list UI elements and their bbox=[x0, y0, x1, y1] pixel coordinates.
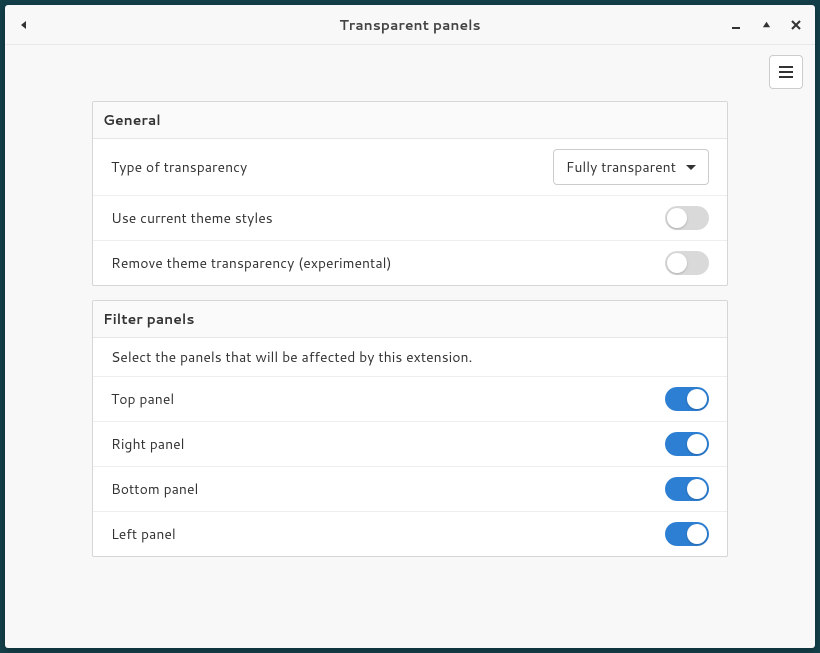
close-button[interactable] bbox=[787, 16, 805, 34]
left-panel-label: Left panel bbox=[111, 524, 176, 544]
bottom-panel-toggle[interactable] bbox=[665, 477, 709, 501]
filter-panels-info: Select the panels that will be affected … bbox=[93, 338, 727, 377]
chevron-down-icon bbox=[686, 165, 696, 170]
minimize-button[interactable] bbox=[727, 16, 745, 34]
left-panel-row: Left panel bbox=[93, 512, 727, 556]
content-area: General Type of transparency Fully trans… bbox=[5, 45, 815, 648]
general-section: General Type of transparency Fully trans… bbox=[92, 101, 728, 286]
use-theme-styles-toggle[interactable] bbox=[665, 206, 709, 230]
menu-button[interactable] bbox=[769, 55, 803, 89]
transparency-type-dropdown[interactable]: Fully transparent bbox=[553, 149, 709, 185]
right-panel-toggle[interactable] bbox=[665, 432, 709, 456]
use-theme-styles-row: Use current theme styles bbox=[93, 196, 727, 241]
window-title: Transparent panels bbox=[339, 15, 480, 35]
transparency-type-row: Type of transparency Fully transparent bbox=[93, 139, 727, 196]
right-panel-row: Right panel bbox=[93, 422, 727, 467]
maximize-button[interactable] bbox=[757, 16, 775, 34]
top-panel-row: Top panel bbox=[93, 377, 727, 422]
left-panel-toggle[interactable] bbox=[665, 522, 709, 546]
top-panel-toggle[interactable] bbox=[665, 387, 709, 411]
filter-panels-header: Filter panels bbox=[93, 301, 727, 338]
remove-theme-transparency-row: Remove theme transparency (experimental) bbox=[93, 241, 727, 285]
filter-panels-section: Filter panels Select the panels that wil… bbox=[92, 300, 728, 557]
remove-theme-transparency-label: Remove theme transparency (experimental) bbox=[111, 253, 392, 273]
right-panel-label: Right panel bbox=[111, 434, 185, 454]
hamburger-icon bbox=[779, 66, 793, 78]
transparency-type-label: Type of transparency bbox=[111, 157, 247, 177]
settings-window: Transparent panels General Type o bbox=[5, 5, 815, 648]
bottom-panel-label: Bottom panel bbox=[111, 479, 198, 499]
bottom-panel-row: Bottom panel bbox=[93, 467, 727, 512]
remove-theme-transparency-toggle[interactable] bbox=[665, 251, 709, 275]
use-theme-styles-label: Use current theme styles bbox=[111, 208, 273, 228]
transparency-type-value: Fully transparent bbox=[566, 157, 676, 177]
window-menu-button[interactable] bbox=[15, 16, 33, 34]
titlebar: Transparent panels bbox=[5, 5, 815, 45]
top-panel-label: Top panel bbox=[111, 389, 174, 409]
general-header: General bbox=[93, 102, 727, 139]
